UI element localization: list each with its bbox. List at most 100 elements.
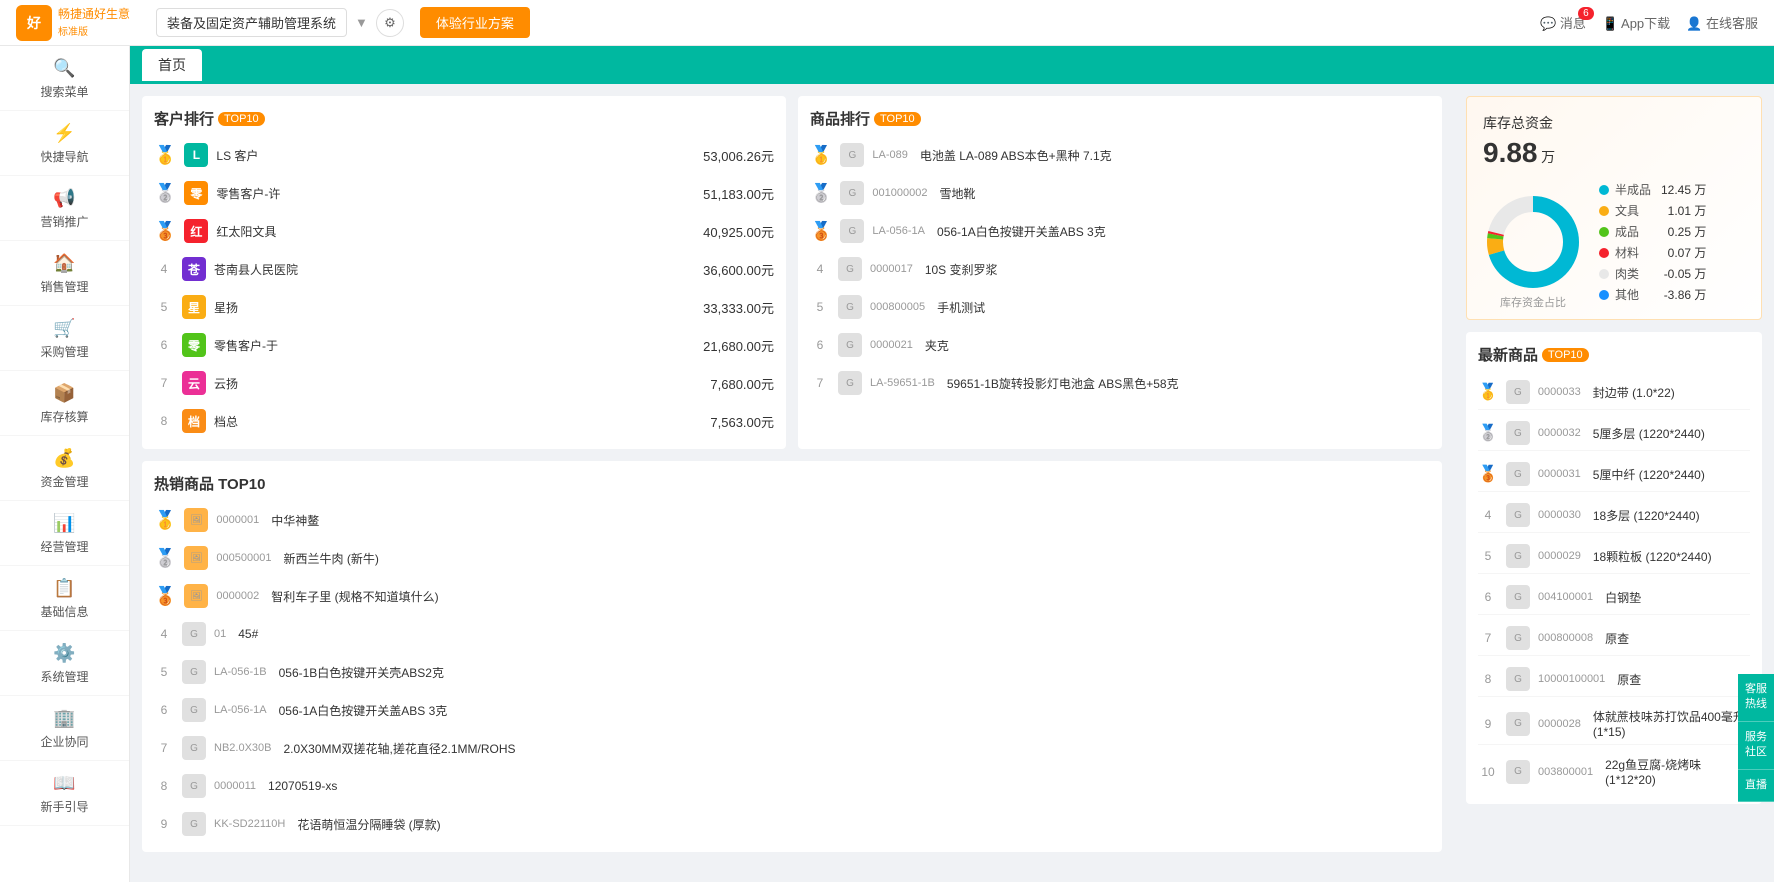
sidebar-item-enterprise[interactable]: 🏢 企业协同 [0, 696, 129, 761]
product-image-small: G [1506, 380, 1530, 404]
sidebar-item-guide[interactable]: 📖 新手引导 [0, 761, 129, 826]
service-community-button[interactable]: 服务社区 [1738, 722, 1774, 770]
donut-chart: 库存资金占比 [1483, 192, 1583, 292]
newest-product-item: 5 G 0000029 18颗粒板 (1220*2440) [1478, 539, 1750, 574]
product-name: 电池盖 LA-089 ABS本色+黑种 7.1克 [920, 147, 1430, 164]
medal-gold-icon: 🥇 [1478, 382, 1498, 402]
customer-name: 零售客户-于 [214, 337, 695, 354]
medal-gold-icon: 🥇 [154, 145, 176, 166]
product-ranking-title: 商品排行 [810, 108, 870, 129]
newest-name: 5厘多层 (1220*2440) [1593, 425, 1750, 442]
notification-button[interactable]: 💬 消息 6 [1540, 13, 1586, 32]
newest-product-item: 10 G 003800001 22g鱼豆腐-烧烤味 (1*12*20) [1478, 751, 1750, 792]
chart-label: 库存资金占比 [1500, 294, 1566, 310]
logo-icon: 好 [16, 5, 52, 41]
sidebar-item-quicknav[interactable]: ⚡ 快捷导航 [0, 111, 129, 176]
product-image: G [840, 181, 864, 205]
customer-avatar: L [184, 143, 208, 167]
customer-name: 星扬 [214, 299, 695, 316]
customer-rank-item: 6 零 零售客户-于 21,680.00元 [154, 329, 774, 361]
logo-area: 好 畅捷通好生意 标准版 [16, 5, 146, 41]
sidebar-label-sales: 销售管理 [40, 278, 88, 295]
main-layout: 🔍 搜索菜单 ⚡ 快捷导航 📢 营销推广 🏠 销售管理 🛒 采购管理 📦 库存核… [0, 46, 1774, 882]
customer-service-button[interactable]: 客服热线 [1738, 674, 1774, 722]
sidebar-label-guide: 新手引导 [40, 798, 88, 815]
customer-value: 7,563.00元 [710, 412, 774, 431]
floating-buttons: 客服热线 服务社区 直播 [1738, 674, 1774, 802]
legend-value: 1.01 万 [1668, 202, 1707, 219]
rank-number: 7 [154, 376, 174, 390]
inventory-title: 库存总资金 [1483, 113, 1745, 133]
product-name: 雪地靴 [939, 185, 1430, 202]
newest-list: 🥇 G 0000033 封边带 (1.0*22) 🥈 G 0000032 5厘多… [1478, 375, 1750, 792]
rank-number: 5 [810, 300, 830, 314]
sidebar-item-purchase[interactable]: 🛒 采购管理 [0, 306, 129, 371]
sidebar-item-sales[interactable]: 🏠 销售管理 [0, 241, 129, 306]
rank-number: 9 [154, 817, 174, 831]
sidebar-item-operation[interactable]: 📊 经营管理 [0, 501, 129, 566]
sidebar-item-basic[interactable]: 📋 基础信息 [0, 566, 129, 631]
newest-code: 004100001 [1538, 591, 1593, 603]
customer-name: 档总 [214, 413, 702, 430]
product-image: G [838, 371, 862, 395]
customer-rank-list: 🥇 L LS 客户 53,006.26元 🥈 零 零售客户-许 51,183.0… [154, 139, 774, 437]
sidebar-item-search[interactable]: 🔍 搜索菜单 [0, 46, 129, 111]
newest-products-card: 最新商品 TOP10 🥇 G 0000033 封边带 (1.0*22) 🥈 G … [1466, 332, 1762, 804]
trial-button[interactable]: 体验行业方案 [420, 7, 530, 38]
settings-button[interactable]: ⚙ [376, 9, 404, 37]
hot-product-item: 7 G NB2.0X30B 2.0X30MM双搓花轴,搓花直径2.1MM/ROH… [154, 732, 1430, 764]
right-panel: 库存总资金 9.88 万 [1454, 84, 1774, 882]
legend-dot [1599, 269, 1609, 279]
sidebar-item-marketing[interactable]: 📢 营销推广 [0, 176, 129, 241]
customer-value: 33,333.00元 [703, 298, 774, 317]
online-service-button[interactable]: 👤 在线客服 [1686, 13, 1758, 32]
customer-avatar: 零 [182, 333, 206, 357]
app-label: App下载 [1621, 16, 1670, 31]
newest-name: 白钢垫 [1605, 589, 1750, 606]
legend-value: -3.86 万 [1664, 286, 1707, 303]
sidebar-item-system[interactable]: ⚙️ 系统管理 [0, 631, 129, 696]
system-name[interactable]: 装备及固定资产辅助管理系统 [156, 8, 347, 37]
rank-number: 4 [810, 262, 830, 276]
customer-name: 红太阳文具 [216, 223, 695, 240]
tab-home[interactable]: 首页 [142, 49, 202, 81]
product-rank-item: 4 G 0000017 10S 变刹罗浆 [810, 253, 1430, 285]
customer-avatar: 苍 [182, 257, 206, 281]
product-rank-item: 🥉 G LA-056-1A 056-1A白色按键开关盖ABS 3克 [810, 215, 1430, 247]
product-name: 056-1A白色按键开关盖ABS 3克 [937, 223, 1430, 240]
product-code: 0000017 [870, 263, 913, 275]
product-code: 01 [214, 628, 226, 640]
newest-code: 0000031 [1538, 468, 1581, 480]
product-top10-badge: TOP10 [874, 112, 921, 126]
legend-item: 半成品 12.45 万 [1599, 181, 1706, 198]
sidebar-item-finance[interactable]: 💰 资金管理 [0, 436, 129, 501]
chevron-down-icon[interactable]: ▼ [355, 15, 368, 30]
logo-subtitle: 标准版 [58, 23, 130, 38]
logo-title: 畅捷通好生意 [58, 7, 130, 23]
newest-top10-badge: TOP10 [1542, 348, 1589, 362]
marketing-icon: 📢 [53, 188, 75, 209]
product-image-small: G [1506, 712, 1530, 736]
product-code: LA-59651-1B [870, 377, 935, 389]
newest-title: 最新商品 [1478, 344, 1538, 365]
hot-products-list: 🥇 🖼 0000001 中华神鳌 🥈 🖼 000500001 新西兰牛肉 (新牛… [154, 504, 1430, 840]
product-name: 2.0X30MM双搓花轴,搓花直径2.1MM/ROHS [283, 740, 1430, 757]
newest-name: 22g鱼豆腐-烧烤味 (1*12*20) [1605, 756, 1750, 787]
product-image: G [840, 143, 864, 167]
customer-value: 53,006.26元 [703, 146, 774, 165]
product-name: 新西兰牛肉 (新牛) [283, 550, 1430, 567]
product-image: G [838, 333, 862, 357]
sidebar-item-inventory[interactable]: 📦 库存核算 [0, 371, 129, 436]
customer-avatar: 星 [182, 295, 206, 319]
newest-code: 0000033 [1538, 386, 1581, 398]
app-download-button[interactable]: 📱 App下载 [1602, 13, 1670, 32]
quicknav-icon: ⚡ [53, 123, 75, 144]
newest-product-item: 🥈 G 0000032 5厘多层 (1220*2440) [1478, 416, 1750, 451]
rank-number: 4 [1478, 508, 1498, 522]
rank-number: 6 [810, 338, 830, 352]
customer-value: 40,925.00元 [703, 222, 774, 241]
live-button[interactable]: 直播 [1738, 770, 1774, 802]
legend-dot [1599, 206, 1609, 216]
product-code: 001000002 [872, 187, 927, 199]
rank-number: 5 [154, 300, 174, 314]
